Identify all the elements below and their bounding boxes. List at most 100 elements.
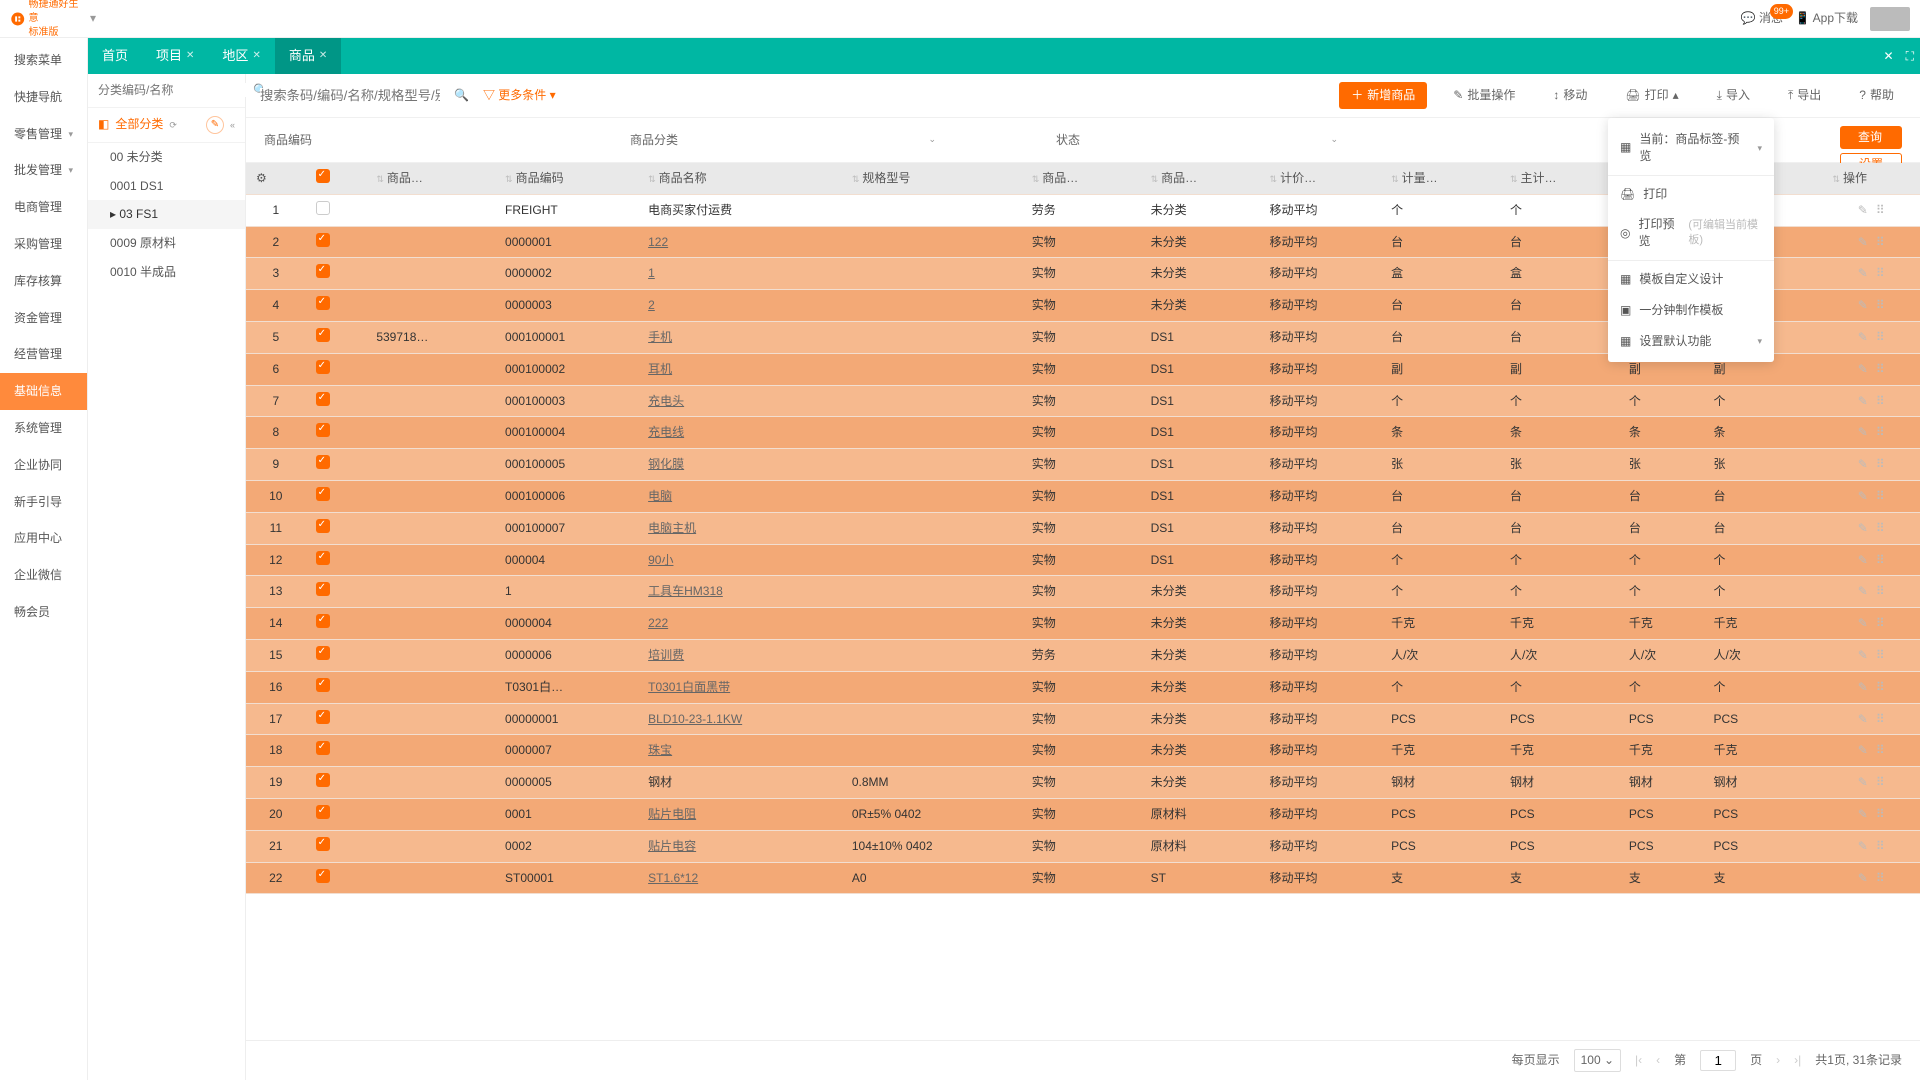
product-name-link[interactable]: 手机 bbox=[648, 330, 672, 344]
more-filters-link[interactable]: ▽ 更多条件 ▾ bbox=[483, 87, 556, 104]
sidebar-item[interactable]: 新手引导 bbox=[0, 484, 87, 521]
first-page-icon[interactable]: |‹ bbox=[1635, 1052, 1642, 1069]
edit-row-icon[interactable]: ✎ bbox=[1858, 202, 1868, 219]
row-checkbox[interactable] bbox=[316, 678, 330, 692]
edit-row-icon[interactable]: ✎ bbox=[1858, 552, 1868, 569]
more-row-icon[interactable]: ⠿ bbox=[1876, 456, 1885, 473]
edit-row-icon[interactable]: ✎ bbox=[1858, 520, 1868, 537]
product-name-link[interactable]: 充电线 bbox=[648, 425, 684, 439]
edit-row-icon[interactable]: ✎ bbox=[1858, 297, 1868, 314]
row-checkbox[interactable] bbox=[316, 487, 330, 501]
more-row-icon[interactable]: ⠿ bbox=[1876, 393, 1885, 410]
table-row[interactable]: 7000100003充电头实物DS1移动平均个个个个✎⠿ bbox=[246, 385, 1920, 417]
column-header[interactable]: ⇅主计… bbox=[1500, 163, 1619, 194]
row-checkbox[interactable] bbox=[316, 360, 330, 374]
avatar[interactable] bbox=[1870, 7, 1910, 31]
row-checkbox[interactable] bbox=[316, 551, 330, 565]
more-row-icon[interactable]: ⠿ bbox=[1876, 774, 1885, 791]
app-download-link[interactable]: 📱 App下载 bbox=[1795, 10, 1858, 27]
sidebar-item[interactable]: 快捷导航 bbox=[0, 79, 87, 116]
edit-row-icon[interactable]: ✎ bbox=[1858, 838, 1868, 855]
close-icon[interactable]: ✕ bbox=[252, 49, 260, 63]
row-checkbox[interactable] bbox=[316, 837, 330, 851]
product-name-link[interactable]: 1 bbox=[648, 266, 655, 280]
column-header[interactable]: ⚙ bbox=[246, 163, 306, 194]
print-button[interactable]: 🖨 打印 ▴ bbox=[1613, 82, 1690, 109]
row-checkbox[interactable] bbox=[316, 614, 330, 628]
sidebar-item[interactable]: 批发管理▾ bbox=[0, 152, 87, 189]
edit-row-icon[interactable]: ✎ bbox=[1858, 647, 1868, 664]
page-input[interactable] bbox=[1700, 1050, 1736, 1071]
column-header[interactable]: ⇅商品编码 bbox=[495, 163, 638, 194]
row-checkbox[interactable] bbox=[316, 741, 330, 755]
add-product-button[interactable]: ＋ 新增商品 bbox=[1339, 82, 1427, 109]
product-name-link[interactable]: 90小 bbox=[648, 553, 673, 567]
query-button[interactable]: 查询 bbox=[1840, 126, 1902, 149]
product-name-link[interactable]: 培训费 bbox=[648, 648, 684, 662]
sidebar-item[interactable]: 基础信息 bbox=[0, 373, 87, 410]
product-name-link[interactable]: ST1.6*12 bbox=[648, 871, 698, 885]
sidebar-item[interactable]: 采购管理 bbox=[0, 226, 87, 263]
row-checkbox[interactable] bbox=[316, 328, 330, 342]
export-button[interactable]: ⤒ 导出 bbox=[1776, 82, 1833, 109]
next-page-icon[interactable]: › bbox=[1776, 1052, 1780, 1069]
row-checkbox[interactable] bbox=[316, 423, 330, 437]
sidebar-item[interactable]: 畅会员 bbox=[0, 594, 87, 631]
row-checkbox[interactable] bbox=[316, 869, 330, 883]
close-icon[interactable]: ✕ bbox=[186, 49, 194, 63]
more-row-icon[interactable]: ⠿ bbox=[1876, 234, 1885, 251]
sidebar-item[interactable]: 资金管理 bbox=[0, 300, 87, 337]
column-header[interactable] bbox=[306, 163, 367, 194]
edit-row-icon[interactable]: ✎ bbox=[1858, 679, 1868, 696]
column-header[interactable]: ⇅规格型号 bbox=[842, 163, 1022, 194]
product-name-link[interactable]: 贴片电容 bbox=[648, 839, 696, 853]
tab[interactable]: 首页 bbox=[88, 38, 142, 74]
more-row-icon[interactable]: ⠿ bbox=[1876, 679, 1885, 696]
more-row-icon[interactable]: ⠿ bbox=[1876, 488, 1885, 505]
column-header[interactable]: ⇅商品… bbox=[366, 163, 495, 194]
more-row-icon[interactable]: ⠿ bbox=[1876, 424, 1885, 441]
close-icon[interactable]: ✕ bbox=[319, 49, 327, 63]
column-header[interactable]: ⇅商品名称 bbox=[638, 163, 842, 194]
row-checkbox[interactable] bbox=[316, 805, 330, 819]
filter-class-select[interactable]: ⌄ bbox=[696, 129, 936, 151]
product-name-link[interactable]: 222 bbox=[648, 616, 668, 630]
product-name-link[interactable]: 2 bbox=[648, 298, 655, 312]
tree-item[interactable]: ▸ 03 FS1 bbox=[88, 200, 245, 229]
filter-code-input[interactable] bbox=[330, 128, 510, 152]
table-row[interactable]: 200001贴片电阻0R±5% 0402实物原材料移动平均PCSPCSPCSPC… bbox=[246, 798, 1920, 830]
edit-row-icon[interactable]: ✎ bbox=[1858, 583, 1868, 600]
row-checkbox[interactable] bbox=[316, 773, 330, 787]
table-row[interactable]: 190000005钢材0.8MM实物未分类移动平均钢材钢材钢材钢材✎⠿ bbox=[246, 767, 1920, 799]
dd-default-settings[interactable]: ▦ 设置默认功能▾ bbox=[1608, 326, 1774, 357]
product-name-link[interactable]: 贴片电阻 bbox=[648, 807, 696, 821]
edit-row-icon[interactable]: ✎ bbox=[1858, 456, 1868, 473]
table-row[interactable]: 9000100005钢化膜实物DS1移动平均张张张张✎⠿ bbox=[246, 449, 1920, 481]
row-checkbox[interactable] bbox=[316, 519, 330, 533]
more-row-icon[interactable]: ⠿ bbox=[1876, 647, 1885, 664]
edit-row-icon[interactable]: ✎ bbox=[1858, 806, 1868, 823]
more-row-icon[interactable]: ⠿ bbox=[1876, 583, 1885, 600]
edit-row-icon[interactable]: ✎ bbox=[1858, 393, 1868, 410]
product-name-link[interactable]: 充电头 bbox=[648, 394, 684, 408]
edit-row-icon[interactable]: ✎ bbox=[1858, 234, 1868, 251]
table-row[interactable]: 10000100006电脑实物DS1移动平均台台台台✎⠿ bbox=[246, 480, 1920, 512]
page-size-select[interactable]: 100 ⌄ bbox=[1574, 1049, 1621, 1072]
product-name-link[interactable]: 122 bbox=[648, 235, 668, 249]
tab[interactable]: 地区✕ bbox=[208, 38, 274, 74]
tab-close-all-icon[interactable]: ✕ bbox=[1884, 48, 1894, 65]
table-row[interactable]: 1200000490小实物DS1移动平均个个个个✎⠿ bbox=[246, 544, 1920, 576]
row-checkbox[interactable] bbox=[316, 710, 330, 724]
sidebar-item[interactable]: 企业协同 bbox=[0, 447, 87, 484]
sidebar-item[interactable]: 经营管理 bbox=[0, 336, 87, 373]
edit-row-icon[interactable]: ✎ bbox=[1858, 265, 1868, 282]
prev-page-icon[interactable]: ‹ bbox=[1656, 1052, 1660, 1069]
edit-row-icon[interactable]: ✎ bbox=[1858, 870, 1868, 887]
dd-current-template[interactable]: ▦ 当前：商品标签-预览▾ bbox=[1608, 124, 1774, 172]
product-name-link[interactable]: 工具车HM318 bbox=[648, 584, 723, 598]
edit-row-icon[interactable]: ✎ bbox=[1858, 742, 1868, 759]
select-all-checkbox[interactable] bbox=[316, 169, 330, 183]
product-name-link[interactable]: 耳机 bbox=[648, 362, 672, 376]
more-row-icon[interactable]: ⠿ bbox=[1876, 361, 1885, 378]
grid-search-input[interactable] bbox=[260, 88, 440, 103]
